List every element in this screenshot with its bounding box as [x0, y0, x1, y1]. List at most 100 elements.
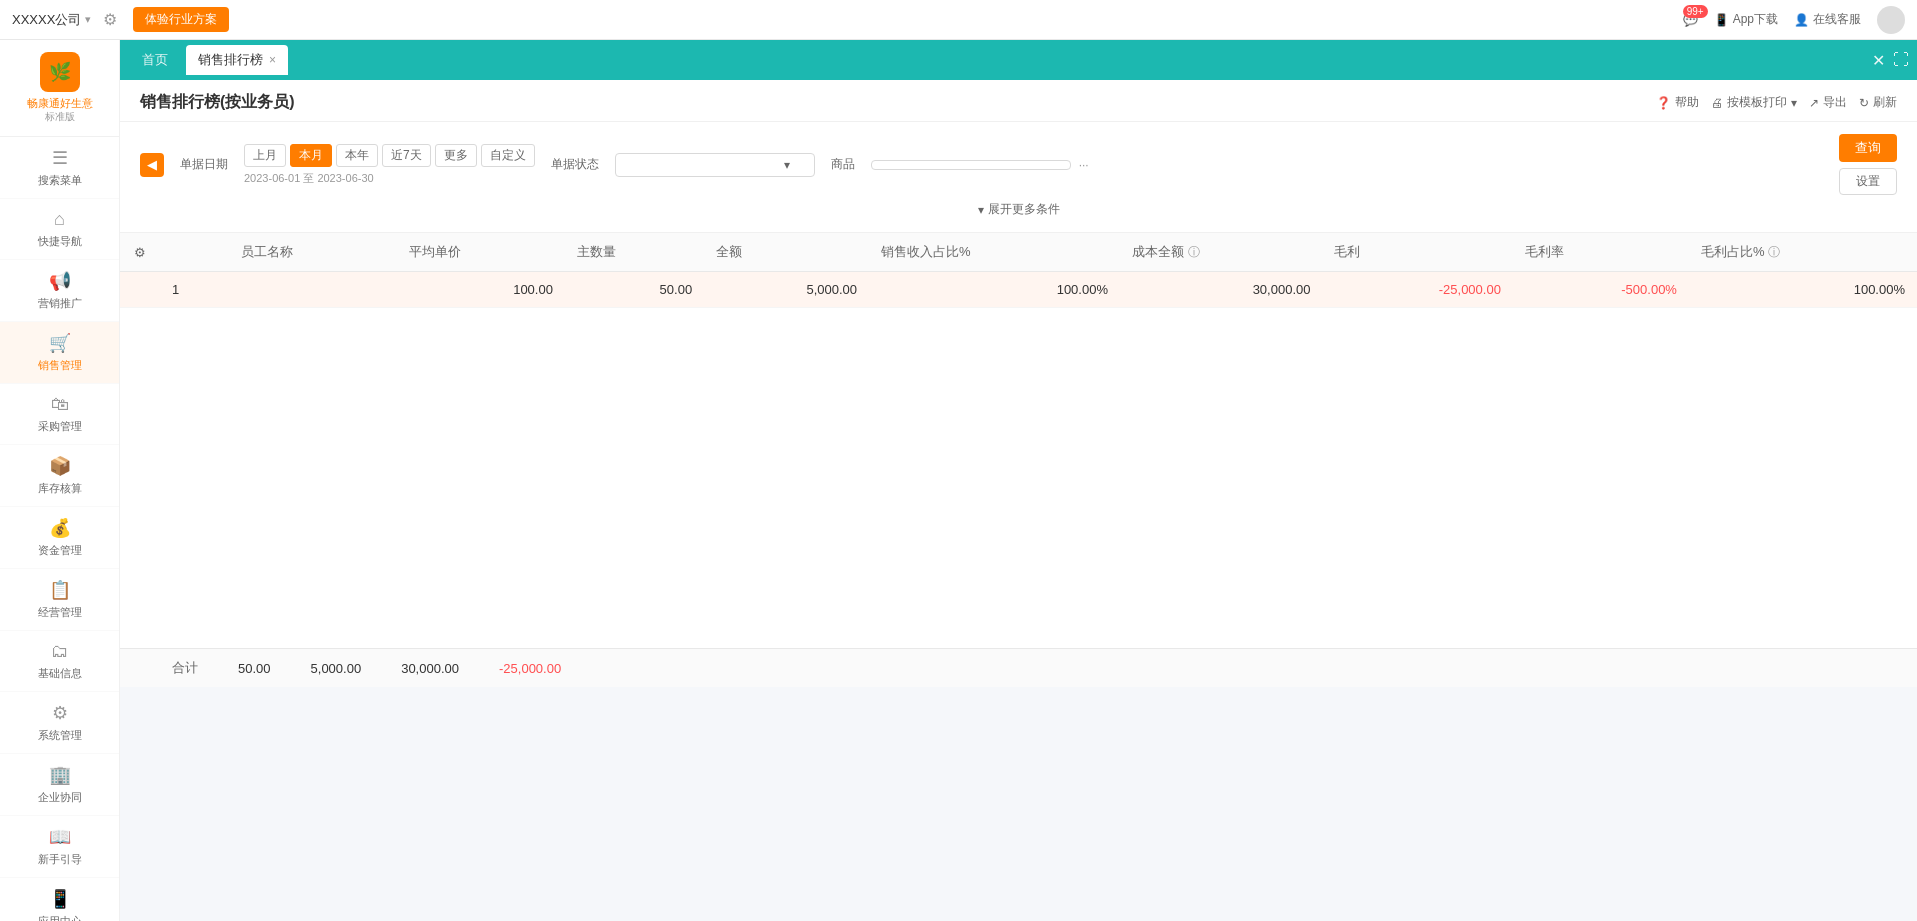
row-gross-rate: -500.00%	[1513, 272, 1689, 308]
col-header-sales-pct: 销售收入占比%	[869, 233, 1120, 272]
row-cost: 30,000.00	[1120, 272, 1322, 308]
app-icon: 📱	[1714, 13, 1729, 27]
date-btn-7days[interactable]: 近7天	[382, 144, 431, 167]
table-row: 1 100.00 50.00 5,000.00 100.00% 30,000.0…	[120, 272, 1917, 308]
expand-row: ▾ 展开更多条件	[140, 195, 1897, 220]
table-footer: 合计 50.00 5,000.00 30,000.00 -25,000.00	[120, 648, 1917, 687]
date-buttons: 上月 本月 本年 近7天 更多 自定义	[244, 144, 535, 167]
sidebar-item-apps[interactable]: 📱 应用中心	[0, 878, 119, 921]
table-container: ⚙ 员工名称 平均单价 主数量 全额 销售收入占比% 成本全额 ⓘ 毛利 毛利率…	[120, 233, 1917, 308]
goods-filter-label: 商品	[831, 156, 855, 173]
goods-more-icon[interactable]: ···	[1079, 158, 1089, 172]
top-bar: XXXXX公司 ▾ ⚙ 体验行业方案 💬 99+ 📱 App下载 👤 在线客服	[0, 0, 1917, 40]
tab-bar: 首页 销售排行榜 × ✕ ⛶	[120, 40, 1917, 80]
message-button[interactable]: 💬 99+	[1683, 13, 1698, 27]
sidebar-item-basics[interactable]: 🗂 基础信息	[0, 631, 119, 692]
help-button[interactable]: ❓ 帮助	[1656, 94, 1699, 111]
sidebar-item-inventory[interactable]: 📦 库存核算	[0, 445, 119, 507]
filter-row-1: ◀ 单据日期 上月 本月 本年 近7天 更多 自定义 2023-06	[140, 134, 1897, 195]
logo-text: 畅康通好生意	[27, 96, 93, 110]
company-selector[interactable]: XXXXX公司 ▾	[12, 11, 91, 29]
company-settings-icon[interactable]: ⚙	[103, 10, 117, 29]
date-btn-custom[interactable]: 自定义	[481, 144, 535, 167]
sidebar-item-finance[interactable]: 💰 资金管理	[0, 507, 119, 569]
top-bar-right: 💬 99+ 📱 App下载 👤 在线客服	[1683, 6, 1905, 34]
col-header-qty: 主数量	[565, 233, 704, 272]
sidebar-label-system: 系统管理	[38, 728, 82, 743]
sidebar-item-enterprise[interactable]: 🏢 企业协同	[0, 754, 119, 816]
online-service-button[interactable]: 👤 在线客服	[1794, 11, 1861, 28]
filter-collapse-button[interactable]: ◀	[140, 153, 164, 177]
row-avg-price: 100.00	[397, 272, 565, 308]
guide-icon: 📖	[49, 826, 71, 848]
finance-icon: 💰	[49, 517, 71, 539]
tab-active-label: 销售排行榜	[198, 51, 263, 69]
status-filter-label: 单据状态	[551, 156, 599, 173]
tab-maximize-icon[interactable]: ⛶	[1893, 51, 1909, 69]
date-btn-more[interactable]: 更多	[435, 144, 477, 167]
cost-help-icon[interactable]: ⓘ	[1188, 245, 1200, 259]
date-btn-current-month[interactable]: 本月	[290, 144, 332, 167]
sidebar-label-basics: 基础信息	[38, 666, 82, 681]
inventory-icon: 📦	[49, 455, 71, 477]
goods-filter-group: ···	[871, 158, 1089, 172]
sidebar-label-sales: 销售管理	[38, 358, 82, 373]
settings-button[interactable]: 设置	[1839, 168, 1897, 195]
row-gross-pct: 100.00%	[1689, 272, 1917, 308]
status-chevron-icon: ▾	[784, 158, 790, 172]
sidebar-logo: 🌿 畅康通好生意 标准版	[0, 40, 119, 137]
status-select[interactable]: ▾	[615, 153, 815, 177]
sidebar-item-sales[interactable]: 🛒 销售管理	[0, 322, 119, 384]
trial-button[interactable]: 体验行业方案	[133, 7, 229, 32]
avatar[interactable]	[1877, 6, 1905, 34]
sidebar: 🌿 畅康通好生意 标准版 ☰ 搜索菜单 ⌂ 快捷导航 📢 营销推广 🛒 销售管理…	[0, 40, 120, 921]
date-btn-current-year[interactable]: 本年	[336, 144, 378, 167]
tab-sales-ranking[interactable]: 销售排行榜 ×	[186, 45, 288, 75]
page-actions: ❓ 帮助 🖨 按模板打印 ▾ ↗ 导出 ↻ 刷新	[1656, 94, 1897, 111]
row-employee	[229, 272, 397, 308]
sidebar-item-operations[interactable]: 📋 经营管理	[0, 569, 119, 631]
date-btn-last-month[interactable]: 上月	[244, 144, 286, 167]
date-filter-label: 单据日期	[180, 156, 228, 173]
sidebar-item-system[interactable]: ⚙ 系统管理	[0, 692, 119, 754]
sidebar-item-quick-nav[interactable]: ⌂ 快捷导航	[0, 199, 119, 260]
table-body: 1 100.00 50.00 5,000.00 100.00% 30,000.0…	[120, 272, 1917, 308]
footer-gross: -25,000.00	[499, 661, 561, 676]
gross-pct-help-icon[interactable]: ⓘ	[1768, 245, 1780, 259]
sidebar-item-purchase[interactable]: 🛍 采购管理	[0, 384, 119, 445]
export-icon: ↗	[1809, 96, 1819, 110]
page-title: 销售排行榜(按业务员)	[140, 92, 295, 113]
refresh-button[interactable]: ↻ 刷新	[1859, 94, 1897, 111]
print-icon: 🖨	[1711, 96, 1723, 110]
expand-button[interactable]: ▾ 展开更多条件	[978, 201, 1060, 218]
col-header-settings[interactable]: ⚙	[120, 233, 160, 272]
export-button[interactable]: ↗ 导出	[1809, 94, 1847, 111]
goods-input[interactable]	[871, 160, 1071, 170]
sidebar-label-purchase: 采购管理	[38, 419, 82, 434]
sidebar-label-quick-nav: 快捷导航	[38, 234, 82, 249]
tab-close-window-icon[interactable]: ✕	[1872, 51, 1885, 70]
col-header-gross-rate: 毛利率	[1513, 233, 1689, 272]
row-gross: -25,000.00	[1322, 272, 1512, 308]
print-template-button[interactable]: 🖨 按模板打印 ▾	[1711, 94, 1797, 111]
inline-actions: 查询 设置	[1839, 134, 1897, 195]
message-badge: 99+	[1683, 5, 1708, 18]
online-service-label: 在线客服	[1813, 11, 1861, 28]
sidebar-item-marketing[interactable]: 📢 营销推广	[0, 260, 119, 322]
query-button[interactable]: 查询	[1839, 134, 1897, 162]
tab-close-icon[interactable]: ×	[269, 53, 276, 67]
app-download-label: App下载	[1733, 11, 1778, 28]
col-header-employee: 员工名称	[229, 233, 397, 272]
footer-qty: 50.00	[238, 661, 271, 676]
main-layout: 🌿 畅康通好生意 标准版 ☰ 搜索菜单 ⌂ 快捷导航 📢 营销推广 🛒 销售管理…	[0, 40, 1917, 921]
sidebar-item-search-order[interactable]: ☰ 搜索菜单	[0, 137, 119, 199]
sidebar-label-operations: 经营管理	[38, 605, 82, 620]
app-download-button[interactable]: 📱 App下载	[1714, 11, 1778, 28]
company-name: XXXXX公司	[12, 11, 81, 29]
sidebar-item-guide[interactable]: 📖 新手引导	[0, 816, 119, 878]
search-order-icon: ☰	[52, 147, 68, 169]
footer-amount: 5,000.00	[311, 661, 362, 676]
tab-home[interactable]: 首页	[128, 45, 182, 75]
logo-sub: 标准版	[45, 110, 75, 124]
col-header-gross: 毛利	[1322, 233, 1512, 272]
